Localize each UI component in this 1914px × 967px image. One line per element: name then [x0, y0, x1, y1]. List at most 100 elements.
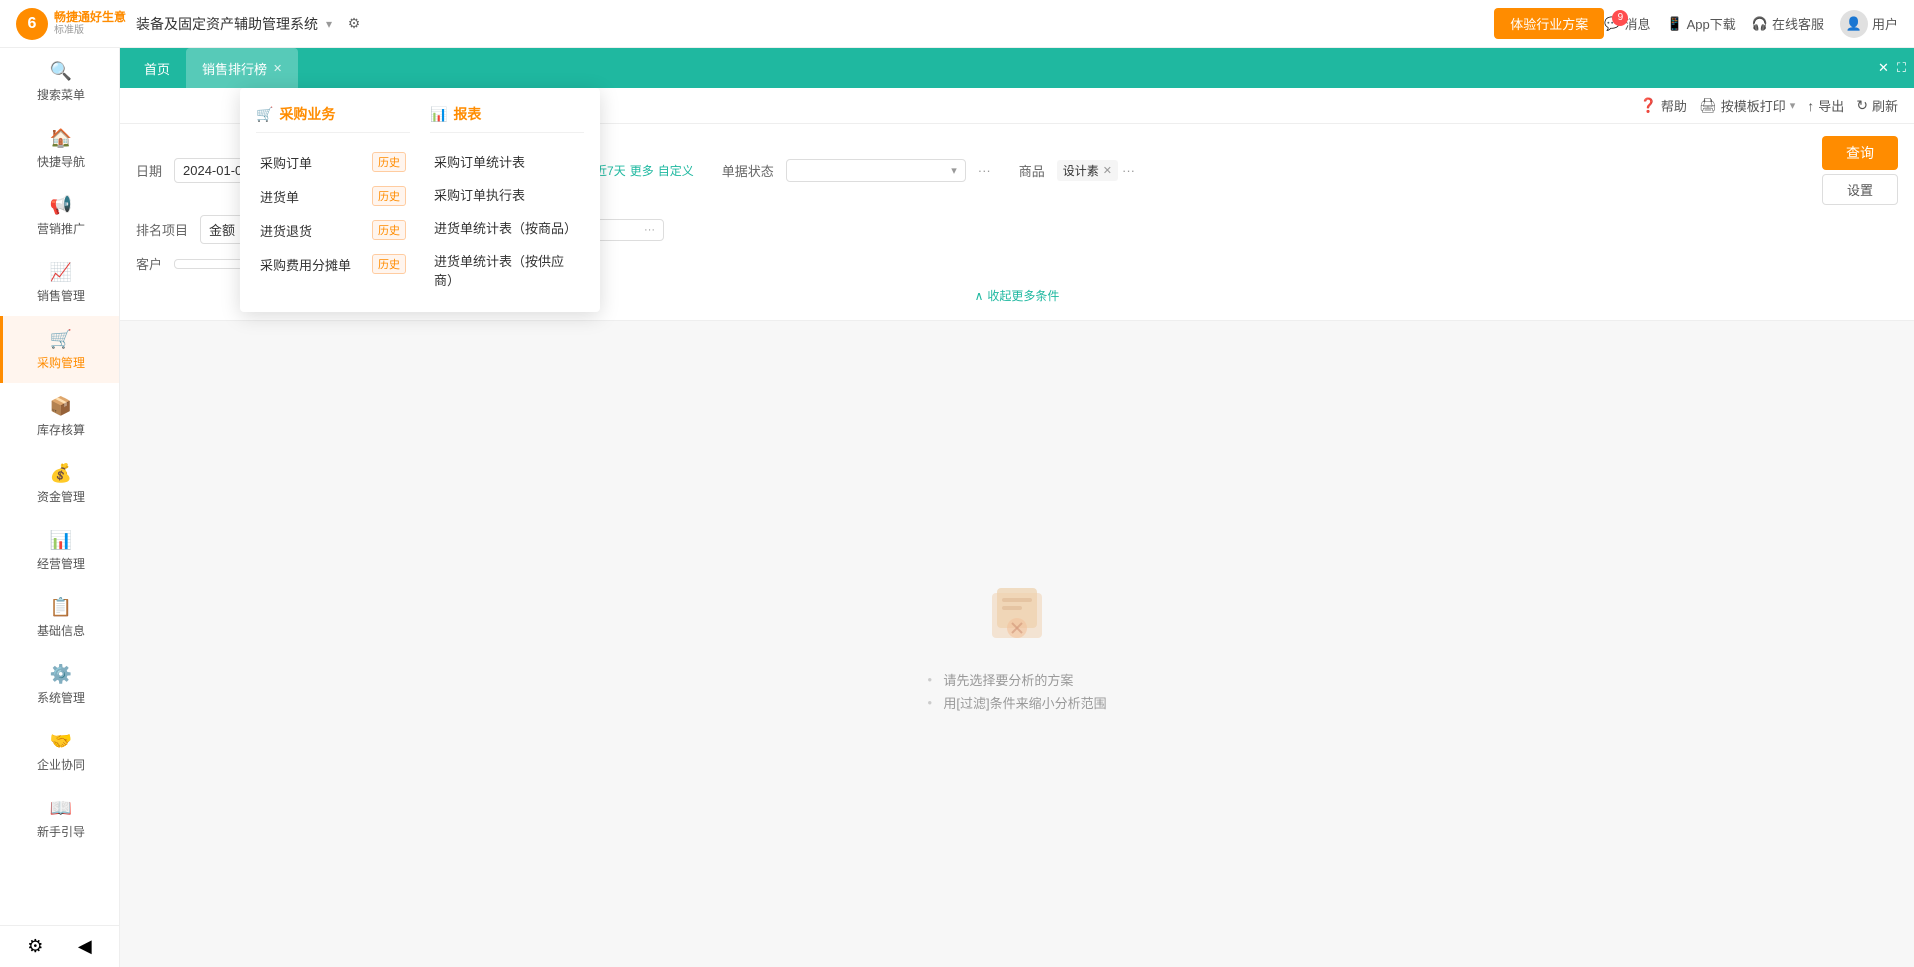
purchase-item[interactable]: 采购费用分摊单 历史: [256, 247, 410, 281]
help-action[interactable]: ❓ 帮助: [1639, 96, 1686, 115]
report-title-text: 报表: [453, 104, 481, 124]
online-service-label: 在线客服: [1772, 14, 1824, 33]
basic-info-icon: 📋: [50, 596, 72, 618]
online-service-action[interactable]: 🎧 在线客服: [1752, 14, 1824, 33]
settings-bottom-icon[interactable]: ⚙: [27, 936, 43, 957]
settings-button[interactable]: 设置: [1822, 174, 1898, 205]
sidebar-item-guide[interactable]: 📖 新手引导: [0, 785, 119, 852]
system-title-text: 装备及固定资产辅助管理系统: [136, 14, 318, 34]
refresh-icon: ↻: [1856, 97, 1868, 114]
enterprise-label: 企业协同: [37, 756, 85, 773]
finance-label: 资金管理: [37, 488, 85, 505]
product-filter: 设计素 ✕ ···: [1057, 160, 1135, 181]
refresh-action[interactable]: ↻ 刷新: [1856, 96, 1898, 115]
trial-button[interactable]: 体验行业方案: [1494, 8, 1604, 39]
guide-label: 新手引导: [37, 823, 85, 840]
sidebar-item-marketing[interactable]: 📢 营销推广: [0, 182, 119, 249]
print-action[interactable]: 🖨 按模板打印 ▾: [1699, 96, 1795, 115]
tab-sales-rank[interactable]: 销售排行榜 ✕: [186, 48, 298, 88]
sidebar-item-basic-info[interactable]: 📋 基础信息: [0, 584, 119, 651]
top-actions: 💬 9 消息 📱 App下载 🎧 在线客服 👤 用户: [1604, 10, 1898, 38]
date-shortcuts: 近7天 更多 自定义: [595, 162, 694, 179]
dropdown-report-column: 📊 报表 采购订单统计表采购订单执行表进货单统计表（按商品）进货单统计表（按供应…: [430, 104, 584, 296]
message-label: 消息: [1624, 14, 1650, 33]
chevron-down-icon[interactable]: ▾: [326, 17, 332, 31]
logo-area: 6 畅捷通好生意 标准版: [16, 8, 136, 40]
purchase-icon: 🛒: [256, 106, 273, 123]
purchase-item[interactable]: 进货单 历史: [256, 179, 410, 213]
query-button[interactable]: 查询: [1822, 136, 1898, 170]
empty-tips: 请先选择要分析的方案 用[过滤]条件来缩小分析范围: [927, 669, 1106, 716]
system-label: 系统管理: [37, 689, 85, 706]
phone-icon: 📱: [1666, 16, 1682, 32]
product-tag-text: 设计素: [1063, 162, 1099, 179]
report-item[interactable]: 采购订单统计表: [430, 145, 584, 178]
sidebar-item-operation[interactable]: 📊 经营管理: [0, 517, 119, 584]
sidebar-item-enterprise[interactable]: 🤝 企业协同: [0, 718, 119, 785]
main-layout: 🔍 搜索菜单 🏠 快捷导航 📢 营销推广 📈 销售管理 🛒 采购管理 📦 库存核…: [0, 48, 1914, 967]
history-badge: 历史: [372, 220, 406, 240]
inventory-icon: 📦: [50, 395, 72, 417]
order-status-arrow-icon: ▾: [951, 164, 957, 177]
print-chevron-icon: ▾: [1790, 99, 1796, 112]
purchase-items: 采购订单 历史 进货单 历史 进货退货 历史 采购费用分摊单 历史: [256, 145, 410, 281]
sidebar-item-sales[interactable]: 📈 销售管理: [0, 249, 119, 316]
guide-icon: 📖: [50, 797, 72, 819]
report-items: 采购订单统计表采购订单执行表进货单统计表（按商品）进货单统计表（按供应商）: [430, 145, 584, 296]
message-action[interactable]: 💬 9 消息: [1604, 14, 1650, 33]
content-area: 首页 销售排行榜 ✕ ✕ ⛶ ❓ 帮助 🖨 按模板打印 ▾ ↑: [120, 48, 1914, 967]
quick-nav-icon: 🏠: [50, 127, 72, 149]
report-item[interactable]: 进货单统计表（按供应商）: [430, 244, 584, 296]
sidebar-item-search[interactable]: 🔍 搜索菜单: [0, 48, 119, 115]
order-status-control[interactable]: ▾: [786, 159, 966, 182]
purchase-item[interactable]: 进货退货 历史: [256, 213, 410, 247]
notification-badge: 💬 9: [1604, 16, 1620, 32]
logo-icon: 6: [16, 8, 48, 40]
dropdown-menu: 🛒 采购业务 采购订单 历史 进货单 历史 进货退货 历史 采购费用分摊单 历史…: [240, 88, 600, 312]
empty-illustration: [977, 573, 1057, 653]
sidebar-item-finance[interactable]: 💰 资金管理: [0, 450, 119, 517]
marketing-label: 营销推广: [37, 220, 85, 237]
tab-home[interactable]: 首页: [128, 48, 186, 88]
user-action[interactable]: 👤 用户: [1840, 10, 1898, 38]
logo-title: 畅捷通好生意: [54, 10, 126, 24]
shortcut-more[interactable]: 更多: [630, 162, 654, 179]
product-tag-close[interactable]: ✕: [1103, 164, 1112, 177]
system-title-area: 装备及固定资产辅助管理系统 ▾ ⚙: [136, 10, 1494, 38]
app-download-label: App下载: [1687, 14, 1736, 33]
order-status-label: 单据状态: [722, 161, 774, 180]
settings-icon[interactable]: ⚙: [340, 10, 368, 38]
purchase-item[interactable]: 采购订单 历史: [256, 145, 410, 179]
export-action[interactable]: ↑ 导出: [1807, 96, 1844, 115]
report-item[interactable]: 采购订单执行表: [430, 178, 584, 211]
sidebar-bottom: ⚙ ◀: [0, 925, 119, 967]
report-icon: 📊: [430, 106, 447, 123]
collapse-button[interactable]: ∧ 收起更多条件: [975, 287, 1060, 304]
action-buttons: 查询 设置: [1822, 136, 1898, 205]
dropdown-report-title: 📊 报表: [430, 104, 584, 133]
headset-icon: 🎧: [1752, 16, 1768, 32]
logo-text: 畅捷通好生意 标准版: [54, 10, 126, 36]
collapse-sidebar-icon[interactable]: ◀: [78, 936, 92, 957]
order-status-dots[interactable]: ···: [978, 163, 991, 178]
tab-close-icon[interactable]: ✕: [273, 62, 282, 75]
product-dots[interactable]: ···: [1122, 163, 1135, 178]
refresh-label: 刷新: [1872, 96, 1898, 115]
export-icon: ↑: [1807, 98, 1814, 114]
sidebar-item-purchase[interactable]: 🛒 采购管理: [0, 316, 119, 383]
export-label: 导出: [1818, 96, 1844, 115]
app-download-action[interactable]: 📱 App下载: [1666, 14, 1735, 33]
shortcut-custom[interactable]: 自定义: [658, 162, 694, 179]
report-item[interactable]: 进货单统计表（按商品）: [430, 211, 584, 244]
empty-tip-2: 用[过滤]条件来缩小分析范围: [927, 692, 1106, 715]
product-label: 商品: [1019, 161, 1045, 180]
top-bar: 6 畅捷通好生意 标准版 装备及固定资产辅助管理系统 ▾ ⚙ 体验行业方案 💬 …: [0, 0, 1914, 48]
sidebar-item-quick-nav[interactable]: 🏠 快捷导航: [0, 115, 119, 182]
help-label: 帮助: [1661, 96, 1687, 115]
operation-icon: 📊: [50, 529, 72, 551]
print-icon: 🖨: [1699, 97, 1717, 114]
sidebar-item-system[interactable]: ⚙️ 系统管理: [0, 651, 119, 718]
tab-close-all-icon[interactable]: ✕: [1878, 60, 1889, 76]
tab-maximize-icon[interactable]: ⛶: [1897, 60, 1906, 76]
sidebar-item-inventory[interactable]: 📦 库存核算: [0, 383, 119, 450]
